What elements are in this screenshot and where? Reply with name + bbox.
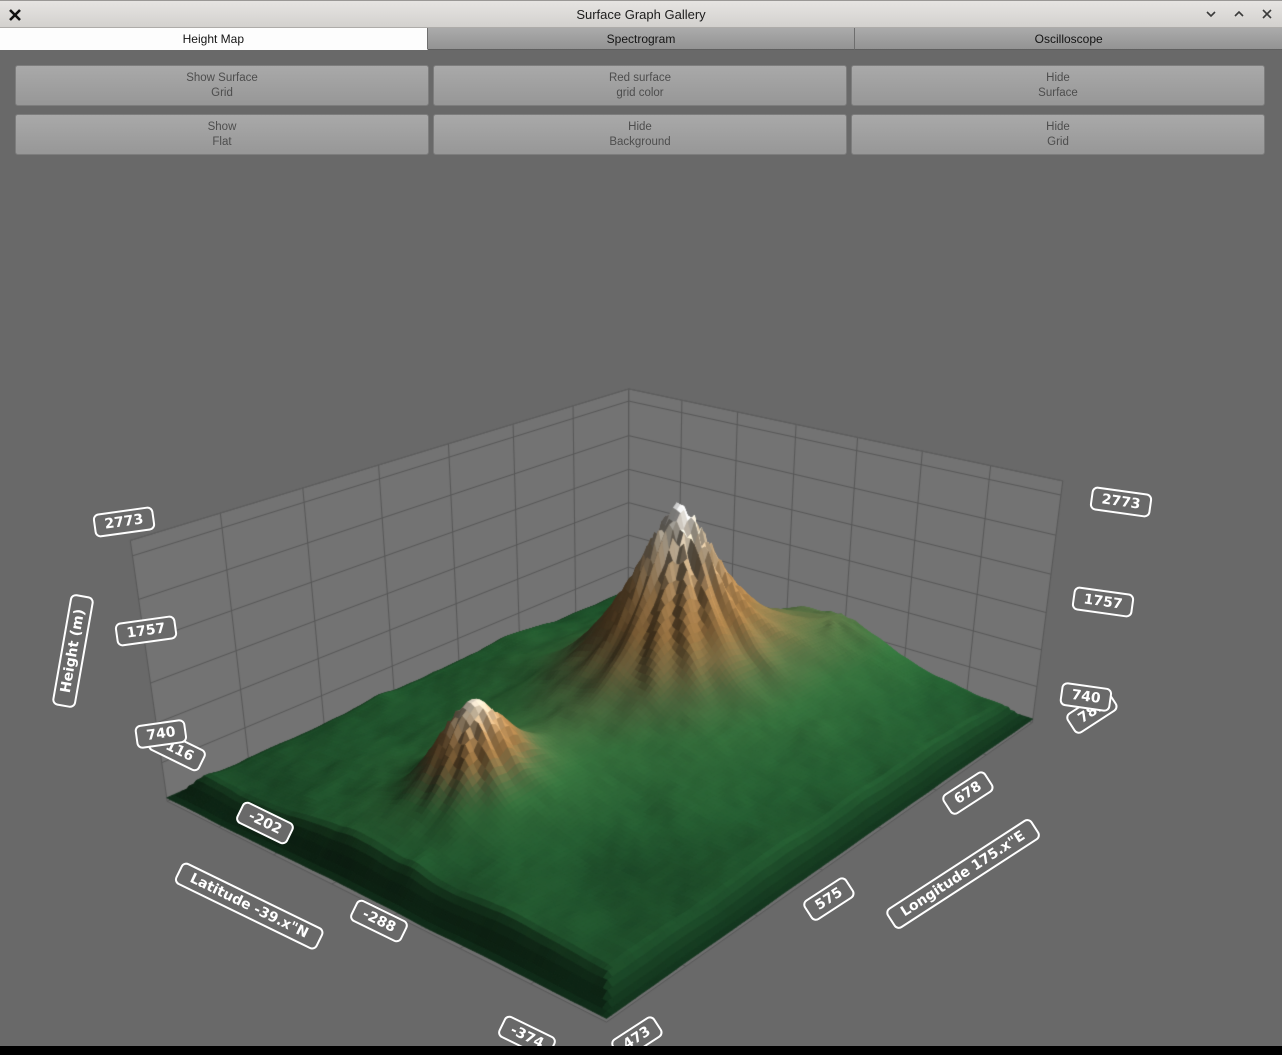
tab-oscilloscope[interactable]: Oscilloscope (855, 28, 1282, 50)
surface-plot: 2773 1757 -116 740 -202 -288 -374 2773 1… (0, 157, 1282, 1055)
close-button[interactable] (1258, 5, 1276, 23)
app-window: Surface Graph Gallery Height Map (0, 0, 1282, 1055)
button-label: Show Surface (186, 71, 258, 86)
window-title: Surface Graph Gallery (0, 7, 1282, 22)
shade-button[interactable] (1202, 5, 1220, 23)
tab-height-map[interactable]: Height Map (0, 28, 428, 50)
button-label: grid color (616, 86, 663, 101)
button-label: Hide (1046, 71, 1070, 86)
chevron-up-icon (1233, 8, 1245, 20)
bottom-edge-strip (0, 1046, 1282, 1055)
button-label: Flat (212, 135, 231, 150)
window-controls (1202, 5, 1276, 23)
button-label: Hide (1046, 120, 1070, 135)
tab-spectrogram[interactable]: Spectrogram (428, 28, 856, 50)
button-label: Show (208, 120, 237, 135)
red-surface-grid-color-button[interactable]: Red surface grid color (433, 65, 847, 106)
button-label: Grid (1047, 135, 1069, 150)
hide-grid-button[interactable]: Hide Grid (851, 114, 1265, 155)
button-label: Red surface (609, 71, 671, 86)
chevron-down-icon (1205, 8, 1217, 20)
maximize-button[interactable] (1230, 5, 1248, 23)
show-surface-grid-button[interactable]: Show Surface Grid (15, 65, 429, 106)
show-flat-button[interactable]: Show Flat (15, 114, 429, 155)
title-bar[interactable]: Surface Graph Gallery (0, 0, 1282, 28)
button-label: Hide (628, 120, 652, 135)
button-label: Grid (211, 86, 233, 101)
hide-surface-button[interactable]: Hide Surface (851, 65, 1265, 106)
hide-background-button[interactable]: Hide Background (433, 114, 847, 155)
button-grid: Show Surface Grid Red surface grid color… (0, 50, 1282, 157)
tab-bar: Height Map Spectrogram Oscilloscope (0, 28, 1282, 50)
close-icon (1261, 8, 1273, 20)
button-label: Background (609, 135, 670, 150)
button-label: Surface (1038, 86, 1078, 101)
